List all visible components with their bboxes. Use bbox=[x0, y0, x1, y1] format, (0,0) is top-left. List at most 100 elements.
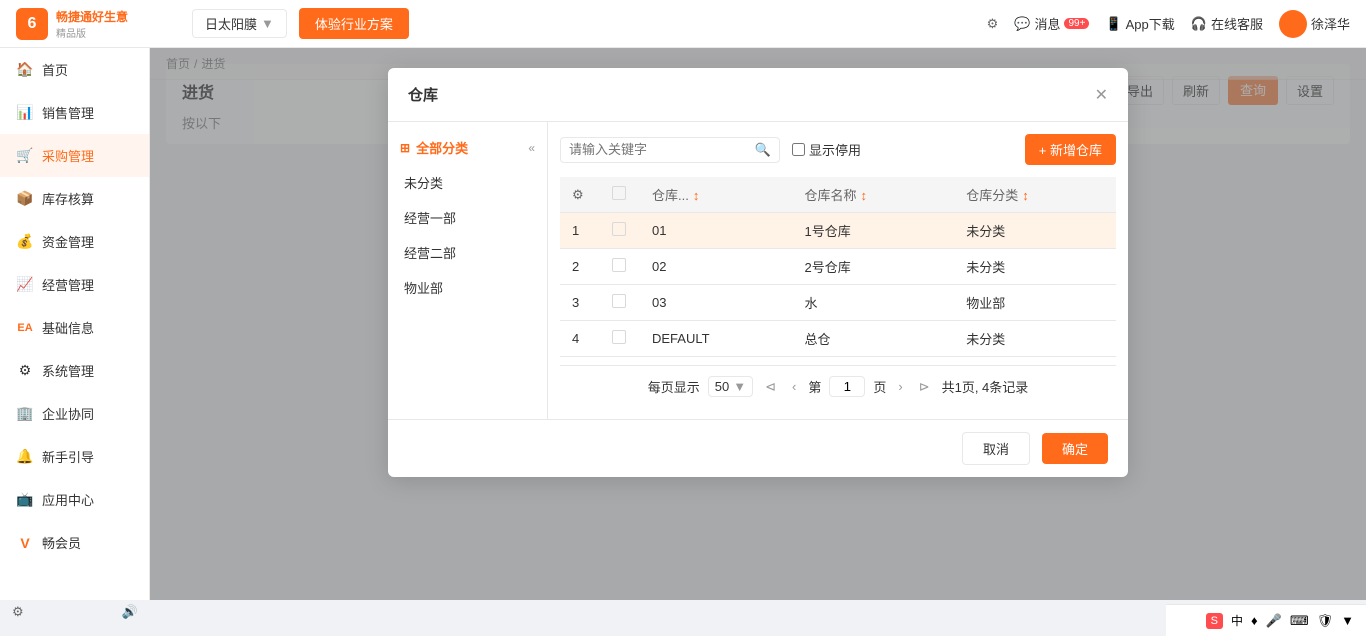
sidebar-label-guide: 新手引导 bbox=[42, 447, 94, 466]
sidebar-item-finance[interactable]: 💰 资金管理 bbox=[0, 220, 149, 263]
bottom-s-icon: S bbox=[1206, 613, 1223, 629]
sidebar-item-apps[interactable]: 📺 应用中心 bbox=[0, 478, 149, 521]
modal-header: 仓库 ✕ bbox=[388, 68, 1128, 122]
row2-name: 2号仓库 bbox=[792, 249, 954, 285]
row4-code: DEFAULT bbox=[640, 321, 792, 357]
show-disabled-label: 显示停用 bbox=[792, 140, 861, 159]
row1-check[interactable] bbox=[600, 213, 640, 249]
row1-num: 1 bbox=[560, 213, 600, 249]
sidebar-item-inventory[interactable]: 📦 库存核算 bbox=[0, 177, 149, 220]
username: 徐泽华 bbox=[1311, 14, 1350, 33]
logo-sub: 精品版 bbox=[56, 25, 128, 40]
sort-cat-icon: ↕ bbox=[1022, 188, 1029, 203]
col-name[interactable]: 仓库名称↕ bbox=[792, 177, 954, 213]
modal-close-button[interactable]: ✕ bbox=[1095, 85, 1108, 105]
user-nav[interactable]: 徐泽华 bbox=[1279, 10, 1350, 38]
sidebar-item-guide[interactable]: 🔔 新手引导 bbox=[0, 435, 149, 478]
first-page-button[interactable]: ⊲ bbox=[761, 377, 780, 397]
sales-icon: 📊 bbox=[16, 104, 34, 122]
apps-icon: 📺 bbox=[16, 491, 34, 509]
next-page-button[interactable]: › bbox=[894, 377, 906, 396]
bottom-dot-icon[interactable]: ♦ bbox=[1251, 613, 1258, 628]
online-service-nav[interactable]: 🎧 在线客服 bbox=[1191, 14, 1263, 33]
sidebar-label-purchase: 采购管理 bbox=[42, 146, 94, 165]
row3-checkbox[interactable] bbox=[612, 294, 626, 308]
show-disabled-checkbox[interactable] bbox=[792, 143, 805, 156]
col-checkbox[interactable] bbox=[600, 177, 640, 213]
table-row[interactable]: 3 03 水 物业部 bbox=[560, 285, 1116, 321]
row2-check[interactable] bbox=[600, 249, 640, 285]
table-row[interactable]: 4 DEFAULT 总仓 未分类 bbox=[560, 321, 1116, 357]
col-code[interactable]: 仓库...↕ bbox=[640, 177, 792, 213]
last-page-button[interactable]: ⊳ bbox=[915, 377, 934, 397]
search-input[interactable] bbox=[569, 142, 755, 157]
add-warehouse-button[interactable]: + 新增仓库 bbox=[1025, 134, 1116, 165]
row4-name: 总仓 bbox=[792, 321, 954, 357]
message-label: 消息 bbox=[1034, 14, 1060, 33]
page-number-input[interactable] bbox=[829, 376, 865, 397]
sidebar-item-membership[interactable]: V 畅会员 bbox=[0, 521, 149, 564]
bottom-mic-icon[interactable]: 🎤 bbox=[1266, 613, 1282, 629]
message-badge: 99+ bbox=[1064, 18, 1089, 29]
logo-text-group: 畅捷通好生意 精品版 bbox=[56, 8, 128, 40]
store-selector[interactable]: 日太阳膜 ▼ bbox=[192, 9, 287, 38]
home-icon: 🏠 bbox=[16, 61, 34, 79]
search-icon[interactable]: 🔍 bbox=[755, 142, 771, 158]
sidebar-item-enterprise[interactable]: 🏢 企业协同 bbox=[0, 392, 149, 435]
table-body: 1 01 1号仓库 未分类 2 02 bbox=[560, 213, 1116, 357]
per-page-select[interactable]: 50 ▼ bbox=[708, 376, 753, 397]
row4-category: 未分类 bbox=[954, 321, 1116, 357]
category-all[interactable]: ⊞ 全部分类 bbox=[400, 138, 468, 157]
sidebar-label-basic-info: 基础信息 bbox=[42, 318, 94, 337]
modal-overlay: 仓库 ✕ ⊞ 全部分类 « 未分类 bbox=[150, 48, 1366, 600]
sidebar-item-home[interactable]: 🏠 首页 bbox=[0, 48, 149, 91]
sidebar-label-operations: 经营管理 bbox=[42, 275, 94, 294]
phone-icon: 📱 bbox=[1105, 16, 1121, 32]
app-download-nav[interactable]: 📱 App下载 bbox=[1105, 14, 1174, 33]
total-info: 共1页, 4条记录 bbox=[942, 377, 1029, 396]
col-settings[interactable]: ⚙ bbox=[560, 177, 600, 213]
trial-button[interactable]: 体验行业方案 bbox=[299, 8, 409, 39]
confirm-button[interactable]: 确定 bbox=[1042, 433, 1108, 464]
bottom-arrow-icon[interactable]: ▼ bbox=[1341, 613, 1354, 628]
row1-checkbox[interactable] bbox=[612, 222, 626, 236]
settings-icon[interactable]: ⚙ bbox=[987, 16, 999, 32]
bottom-keyboard-icon[interactable]: ⌨ bbox=[1290, 613, 1309, 629]
per-page-arrow-icon: ▼ bbox=[733, 379, 746, 394]
content-area: 进货 打印 导出 刷新 查询 设置 按以下 首页 / 进货 bbox=[150, 48, 1366, 600]
select-all-checkbox[interactable] bbox=[612, 186, 626, 200]
col-category[interactable]: 仓库分类↕ bbox=[954, 177, 1116, 213]
row3-check[interactable] bbox=[600, 285, 640, 321]
operations-icon: 📈 bbox=[16, 276, 34, 294]
message-nav-item[interactable]: 💬 消息 99+ bbox=[1014, 14, 1089, 33]
warehouse-table: ⚙ 仓库...↕ 仓库名称↕ 仓库分类↕ 1 bbox=[560, 177, 1116, 357]
table-row[interactable]: 1 01 1号仓库 未分类 bbox=[560, 213, 1116, 249]
row2-code: 02 bbox=[640, 249, 792, 285]
sidebar-item-basic-info[interactable]: EA 基础信息 bbox=[0, 306, 149, 349]
modal-title: 仓库 bbox=[408, 84, 438, 105]
bottom-shield-icon[interactable]: 🛡 bbox=[1317, 613, 1334, 629]
category-item-uncategorized[interactable]: 未分类 bbox=[388, 165, 547, 200]
sidebar-item-operations[interactable]: 📈 经营管理 bbox=[0, 263, 149, 306]
table-row[interactable]: 2 02 2号仓库 未分类 bbox=[560, 249, 1116, 285]
prev-page-button[interactable]: ‹ bbox=[788, 377, 800, 396]
sidebar-item-sales[interactable]: 📊 销售管理 bbox=[0, 91, 149, 134]
category-item-dept2[interactable]: 经营二部 bbox=[388, 235, 547, 270]
row4-check[interactable] bbox=[600, 321, 640, 357]
guide-icon: 🔔 bbox=[16, 448, 34, 466]
category-item-dept1[interactable]: 经营一部 bbox=[388, 200, 547, 235]
row2-checkbox[interactable] bbox=[612, 258, 626, 272]
search-box: 🔍 bbox=[560, 137, 780, 163]
cancel-button[interactable]: 取消 bbox=[962, 432, 1030, 465]
finance-icon: 💰 bbox=[16, 233, 34, 251]
category-item-property[interactable]: 物业部 bbox=[388, 270, 547, 305]
bottom-cn-icon[interactable]: 中 bbox=[1231, 612, 1243, 629]
collapse-panel-button[interactable]: « bbox=[528, 141, 535, 155]
sidebar-item-system[interactable]: ⚙ 系统管理 bbox=[0, 349, 149, 392]
dropdown-arrow-icon: ▼ bbox=[261, 16, 274, 31]
grid-icon: ⊞ bbox=[400, 141, 410, 155]
top-nav: 6 畅捷通好生意 精品版 日太阳膜 ▼ 体验行业方案 ⚙ 💬 消息 99+ 📱 … bbox=[0, 0, 1366, 48]
row4-checkbox[interactable] bbox=[612, 330, 626, 344]
sidebar-item-purchase[interactable]: 🛒 采购管理 bbox=[0, 134, 149, 177]
sidebar-label-apps: 应用中心 bbox=[42, 490, 94, 509]
